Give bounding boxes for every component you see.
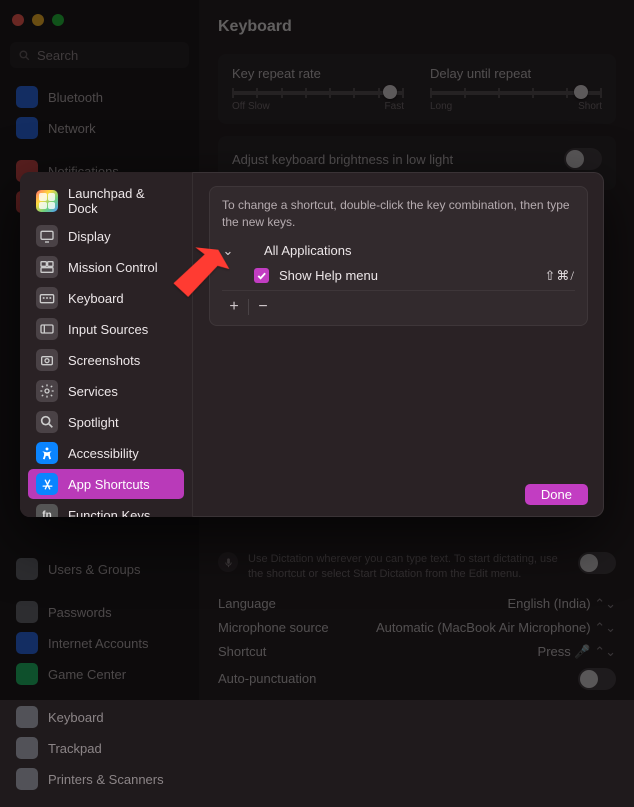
category-item-screenshot[interactable]: Screenshots [28, 345, 184, 375]
category-item-mission[interactable]: Mission Control [28, 252, 184, 282]
screenshot-icon [36, 349, 58, 371]
remove-button[interactable]: − [253, 297, 273, 317]
category-item-display[interactable]: Display [28, 221, 184, 251]
fn-icon: fn [36, 504, 58, 517]
keyboard-icon [36, 287, 58, 309]
display-icon [36, 225, 58, 247]
appstore-icon [36, 473, 58, 495]
shortcut-group-row[interactable]: ⌄ All Applications [222, 241, 575, 265]
sidebar-item[interactable]: Keyboard [8, 702, 191, 732]
accessibility-icon [36, 442, 58, 464]
category-item-fn[interactable]: fnFunction Keys [28, 500, 184, 517]
sidebar-icon [16, 768, 38, 790]
chevron-down-icon[interactable]: ⌄ [222, 243, 234, 259]
category-item-appstore[interactable]: App Shortcuts [28, 469, 184, 499]
category-item-keyboard[interactable]: Keyboard [28, 283, 184, 313]
sidebar-icon [16, 706, 38, 728]
sidebar-icon [16, 737, 38, 759]
input-icon [36, 318, 58, 340]
category-item-services[interactable]: Services [28, 376, 184, 406]
shortcut-keys[interactable]: ⇧⌘/ [544, 268, 575, 284]
shortcut-label: Show Help menu [279, 268, 534, 283]
group-label: All Applications [264, 243, 351, 258]
add-button[interactable]: + [224, 297, 244, 317]
sidebar-item[interactable]: Trackpad [8, 733, 191, 763]
launchpad-icon [36, 190, 58, 212]
spotlight-icon [36, 411, 58, 433]
services-icon [36, 380, 58, 402]
category-item-launchpad[interactable]: Launchpad & Dock [28, 182, 184, 220]
mission-icon [36, 256, 58, 278]
shortcut-instructions: To change a shortcut, double-click the k… [222, 197, 575, 231]
shortcut-row[interactable]: Show Help menu ⇧⌘/ [222, 265, 575, 291]
shortcuts-category-list: Launchpad & DockDisplayMission ControlKe… [20, 172, 193, 517]
category-item-input[interactable]: Input Sources [28, 314, 184, 344]
sidebar-item[interactable]: Printers & Scanners [8, 764, 191, 794]
shortcuts-sheet: Launchpad & DockDisplayMission ControlKe… [20, 172, 604, 517]
category-item-spotlight[interactable]: Spotlight [28, 407, 184, 437]
shortcut-checkbox[interactable] [254, 268, 269, 283]
category-item-accessibility[interactable]: Accessibility [28, 438, 184, 468]
done-button[interactable]: Done [525, 484, 588, 505]
